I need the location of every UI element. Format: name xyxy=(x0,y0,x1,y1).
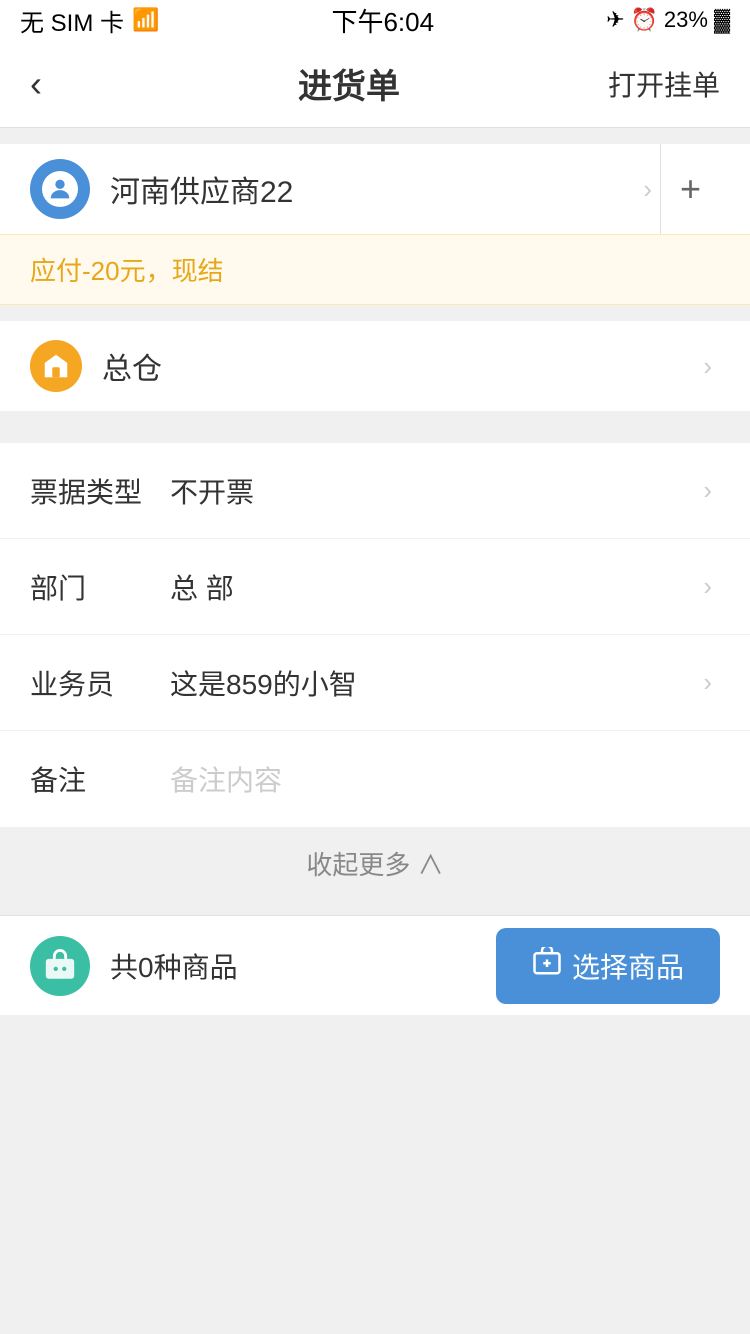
status-left: 无 SIM 卡 📶 xyxy=(20,3,159,38)
supplier-name: 河南供应商22 xyxy=(110,167,643,211)
select-product-label: 选择商品 xyxy=(572,946,684,986)
warehouse-name: 总仓 xyxy=(102,344,703,388)
divider-3 xyxy=(0,411,750,427)
supplier-avatar xyxy=(30,159,90,219)
divider-2 xyxy=(0,305,750,321)
warehouse-icon xyxy=(30,340,82,392)
invoice-type-label: 票据类型 xyxy=(30,471,150,511)
invoice-type-row[interactable]: 票据类型 不开票 › xyxy=(0,443,750,539)
add-supplier-button[interactable]: + xyxy=(660,144,720,234)
supplier-row[interactable]: 河南供应商22 › + xyxy=(0,144,750,234)
supplier-chevron-icon: › xyxy=(643,174,652,205)
invoice-type-value: 不开票 xyxy=(150,471,703,511)
salesperson-chevron-icon: › xyxy=(703,667,712,698)
product-count: 共0种商品 xyxy=(110,946,476,986)
location-icon: ✈ xyxy=(606,7,624,33)
form-section: 票据类型 不开票 › 部门 总 部 › 业务员 这是859的小智 › 备注 备注… xyxy=(0,443,750,827)
divider-4 xyxy=(0,899,750,915)
nav-bar: ‹ 进货单 打开挂单 xyxy=(0,40,750,128)
battery-label: 23% xyxy=(664,7,708,33)
open-pending-button[interactable]: 打开挂单 xyxy=(608,64,720,104)
select-product-button[interactable]: 选择商品 xyxy=(496,928,720,1004)
select-product-icon xyxy=(532,947,562,984)
alert-text: 应付-20元，现结 xyxy=(30,256,224,286)
warehouse-chevron-icon: › xyxy=(703,351,712,382)
status-time: 下午6:04 xyxy=(331,2,434,39)
salesperson-row[interactable]: 业务员 这是859的小智 › xyxy=(0,635,750,731)
department-chevron-icon: › xyxy=(703,571,712,602)
department-row[interactable]: 部门 总 部 › xyxy=(0,539,750,635)
remark-input[interactable]: 备注内容 xyxy=(150,759,720,799)
divider-1 xyxy=(0,128,750,144)
person-icon xyxy=(42,171,78,207)
back-button[interactable]: ‹ xyxy=(30,63,90,105)
page-background xyxy=(0,1015,750,1315)
status-right: ✈ ⏰ 23% ▓ xyxy=(606,7,730,33)
warehouse-section: 总仓 › xyxy=(0,321,750,411)
collapse-button[interactable]: 收起更多 ∧ xyxy=(0,827,750,899)
remark-label: 备注 xyxy=(30,759,150,799)
salesperson-label: 业务员 xyxy=(30,663,150,703)
salesperson-value: 这是859的小智 xyxy=(150,663,703,703)
status-bar: 无 SIM 卡 📶 下午6:04 ✈ ⏰ 23% ▓ xyxy=(0,0,750,40)
department-label: 部门 xyxy=(30,567,150,607)
collapse-label: 收起更多 ∧ xyxy=(306,845,443,882)
remark-row[interactable]: 备注 备注内容 xyxy=(0,731,750,827)
page-title: 进货单 xyxy=(298,59,400,108)
product-icon xyxy=(30,936,90,996)
warehouse-row[interactable]: 总仓 › xyxy=(0,321,750,411)
wifi-icon: 📶 xyxy=(132,7,159,33)
supplier-section: 河南供应商22 › + 应付-20元，现结 xyxy=(0,144,750,305)
alarm-icon: ⏰ xyxy=(631,7,658,33)
alert-row: 应付-20元，现结 xyxy=(0,234,750,305)
battery-icon: ▓ xyxy=(714,7,730,33)
department-value: 总 部 xyxy=(150,567,703,607)
invoice-type-chevron-icon: › xyxy=(703,475,712,506)
carrier-label: 无 SIM 卡 xyxy=(20,3,124,38)
bottom-bar: 共0种商品 选择商品 xyxy=(0,915,750,1015)
